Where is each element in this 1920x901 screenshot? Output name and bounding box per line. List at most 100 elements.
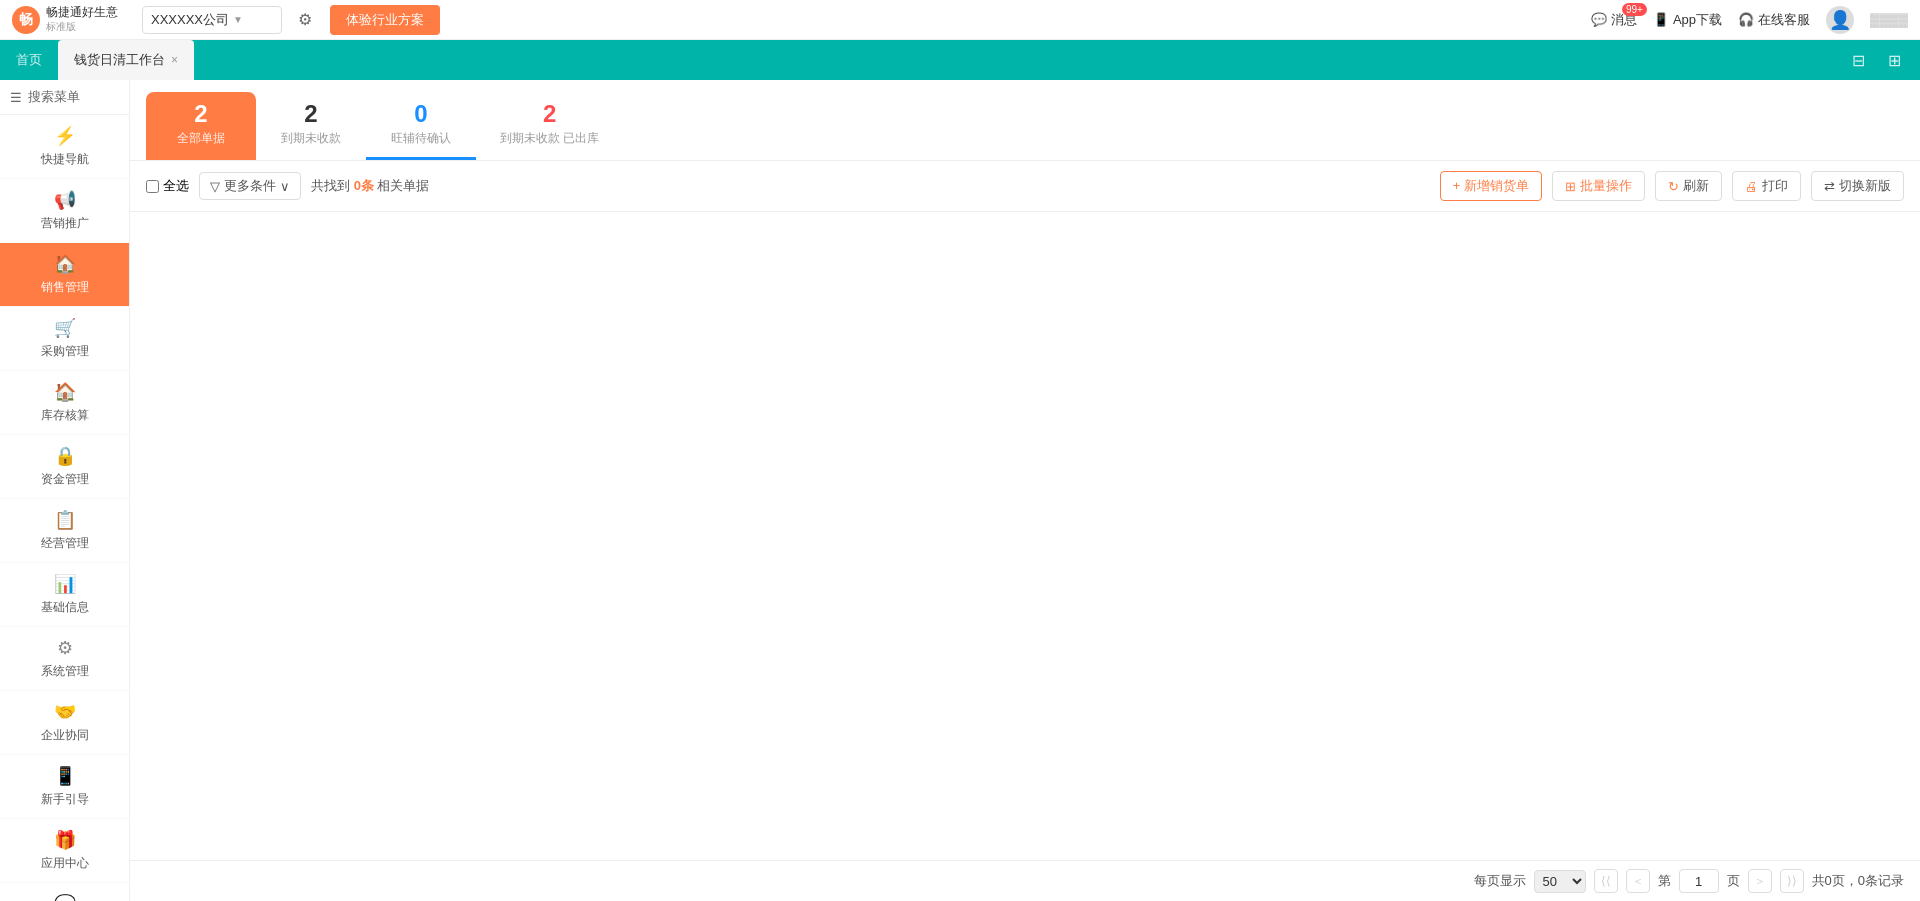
company-name: XXXXXX公司 xyxy=(151,11,229,29)
app-download-item[interactable]: 📱 App下载 xyxy=(1653,11,1722,29)
switch-version-button[interactable]: ⇄ 切换新版 xyxy=(1811,171,1904,201)
page-prev-button[interactable]: ＜ xyxy=(1626,869,1650,893)
sidebar-item-inventory[interactable]: 🏠 库存核算 xyxy=(0,371,129,435)
quick-nav-icon: ⚡ xyxy=(54,125,76,147)
stat-tab-overdue[interactable]: 2 到期未收款 xyxy=(256,92,366,160)
per-page-select[interactable]: 10 20 50 100 xyxy=(1534,870,1586,893)
refresh-button[interactable]: ↻ 刷新 xyxy=(1655,171,1722,201)
sidebar-label-inventory: 库存核算 xyxy=(41,407,89,424)
filter-button[interactable]: ▽ 更多条件 ∨ xyxy=(199,172,301,200)
sidebar-label-system: 系统管理 xyxy=(41,663,89,680)
sidebar-item-app-center[interactable]: 🎁 应用中心 xyxy=(0,819,129,883)
sidebar-label-purchase: 采购管理 xyxy=(41,343,89,360)
switch-icon: ⇄ xyxy=(1824,179,1835,194)
phone-icon: 📱 xyxy=(1653,12,1669,27)
sidebar-item-sales[interactable]: 🏠 销售管理 xyxy=(0,243,129,307)
print-button[interactable]: 🖨 打印 xyxy=(1732,171,1801,201)
page-first-button[interactable]: ⟨⟨ xyxy=(1594,869,1618,893)
sidebar-label-finance: 资金管理 xyxy=(41,471,89,488)
tab-workbench-label: 钱货日清工作台 xyxy=(74,51,165,69)
user-avatar[interactable]: 👤 xyxy=(1826,6,1854,34)
sidebar-item-finance[interactable]: 🔒 资金管理 xyxy=(0,435,129,499)
print-icon: 🖨 xyxy=(1745,179,1758,194)
select-all-label[interactable]: 全选 xyxy=(146,177,189,195)
settings-icon[interactable]: ⚙ xyxy=(290,5,320,35)
sidebar-item-marketing[interactable]: 📢 营销推广 xyxy=(0,179,129,243)
operations-icon: 📋 xyxy=(54,509,76,531)
sidebar-label-basic: 基础信息 xyxy=(41,599,89,616)
sidebar-label-quick-nav: 快捷导航 xyxy=(41,151,89,168)
stat-label-shipped: 到期未收款 已出库 xyxy=(500,130,599,147)
page-next-button[interactable]: ＞ xyxy=(1748,869,1772,893)
app-center-icon: 🎁 xyxy=(54,829,76,851)
headset-icon: 🎧 xyxy=(1738,12,1754,27)
stat-num-overdue: 2 xyxy=(304,100,317,128)
tab-work-bench[interactable]: 钱货日清工作台 × xyxy=(58,40,194,80)
stat-num-all: 2 xyxy=(194,100,207,128)
top-bar-right: 💬 消息 99+ 📱 App下载 🎧 在线客服 👤 ▓▓▓▓ xyxy=(1591,6,1908,34)
sidebar-search-label: 搜索菜单 xyxy=(28,88,80,106)
switch-label: 切换新版 xyxy=(1839,177,1891,195)
sidebar-label-cooperation: 企业协同 xyxy=(41,727,89,744)
purchase-icon: 🛒 xyxy=(54,317,76,339)
experience-button[interactable]: 体验行业方案 xyxy=(330,5,440,35)
sidebar-item-quick-nav[interactable]: ⚡ 快捷导航 xyxy=(0,115,129,179)
system-icon: ⚙ xyxy=(57,637,73,659)
finance-icon: 🔒 xyxy=(54,445,76,467)
stat-num-shipped: 2 xyxy=(543,100,556,128)
app-download-label: App下载 xyxy=(1673,11,1722,29)
sidebar-item-operations[interactable]: 📋 经营管理 xyxy=(0,499,129,563)
tab-minimize-icon[interactable]: ⊟ xyxy=(1844,46,1872,74)
sidebar-item-newbie[interactable]: 📱 新手引导 xyxy=(0,755,129,819)
sidebar-label-sales: 销售管理 xyxy=(41,279,89,296)
refresh-icon: ↻ xyxy=(1668,179,1679,194)
logo-badge: 标准版 xyxy=(46,20,118,34)
filter-icon: ▽ xyxy=(210,179,220,194)
per-page-label: 每页显示 xyxy=(1474,872,1526,890)
add-sale-label: + 新增销货单 xyxy=(1453,177,1529,195)
refresh-label: 刷新 xyxy=(1683,177,1709,195)
stat-label-overdue: 到期未收款 xyxy=(281,130,341,147)
sidebar-item-purchase[interactable]: 🛒 采购管理 xyxy=(0,307,129,371)
sidebar-item-basic[interactable]: 📊 基础信息 xyxy=(0,563,129,627)
sidebar-item-cooperation[interactable]: 🤝 企业协同 xyxy=(0,691,129,755)
toolbar-right: + 新增销货单 ⊞ 批量操作 ↻ 刷新 🖨 打印 ⇄ 切换新版 xyxy=(1440,171,1904,201)
grid-icon: ⊞ xyxy=(1565,179,1576,194)
message-icon: 💬 xyxy=(1591,12,1607,27)
marketing-icon: 📢 xyxy=(54,189,76,211)
cooperation-icon: 🤝 xyxy=(54,701,76,723)
sidebar-item-system[interactable]: ⚙ 系统管理 xyxy=(0,627,129,691)
search-icon: ☰ xyxy=(10,90,22,105)
add-sale-button[interactable]: + 新增销货单 xyxy=(1440,171,1542,201)
stat-tab-pending[interactable]: 0 旺辅待确认 xyxy=(366,92,476,160)
stat-tab-shipped[interactable]: 2 到期未收款 已出库 xyxy=(476,92,623,160)
wechat-icon: 💬 xyxy=(54,893,76,901)
stat-tab-all[interactable]: 2 全部单据 xyxy=(146,92,256,160)
newbie-icon: 📱 xyxy=(54,765,76,787)
online-service-item[interactable]: 🎧 在线客服 xyxy=(1738,11,1810,29)
sidebar-label-operations: 经营管理 xyxy=(41,535,89,552)
tab-bar: 首页 钱货日清工作台 × ⊟ ⊞ xyxy=(0,40,1920,80)
page-label: 第 xyxy=(1658,872,1671,890)
page-input[interactable] xyxy=(1679,869,1719,893)
sidebar-label-newbie: 新手引导 xyxy=(41,791,89,808)
toolbar-left: 全选 ▽ 更多条件 ∨ 共找到 0条 相关单据 xyxy=(146,172,1428,200)
message-item[interactable]: 💬 消息 99+ xyxy=(1591,11,1637,29)
batch-button[interactable]: ⊞ 批量操作 xyxy=(1552,171,1645,201)
select-all-checkbox[interactable] xyxy=(146,180,159,193)
batch-label: 批量操作 xyxy=(1580,177,1632,195)
page-suffix: 页 xyxy=(1727,872,1740,890)
username-item[interactable]: ▓▓▓▓ xyxy=(1870,12,1908,27)
page-last-button[interactable]: ⟩⟩ xyxy=(1780,869,1804,893)
company-selector[interactable]: XXXXXX公司 ▼ xyxy=(142,6,282,34)
sidebar: ☰ 搜索菜单 ⚡ 快捷导航 📢 营销推广 🏠 销售管理 🛒 采购管理 🏠 库存核… xyxy=(0,80,130,901)
tab-maximize-icon[interactable]: ⊞ xyxy=(1880,46,1908,74)
main-layout: ☰ 搜索菜单 ⚡ 快捷导航 📢 营销推广 🏠 销售管理 🛒 采购管理 🏠 库存核… xyxy=(0,80,1920,901)
stats-tabs: 2 全部单据 2 到期未收款 0 旺辅待确认 2 到期未收款 已出库 xyxy=(130,80,1920,161)
online-service-label: 在线客服 xyxy=(1758,11,1810,29)
sidebar-search[interactable]: ☰ 搜索菜单 xyxy=(0,80,129,115)
tab-close-icon[interactable]: × xyxy=(171,53,178,67)
tab-home[interactable]: 首页 xyxy=(0,40,58,80)
top-bar: 畅 畅捷通好生意 标准版 XXXXXX公司 ▼ ⚙ 体验行业方案 💬 消息 99… xyxy=(0,0,1920,40)
sidebar-item-enterprise-wechat[interactable]: 💬 企业微信 xyxy=(0,883,129,901)
